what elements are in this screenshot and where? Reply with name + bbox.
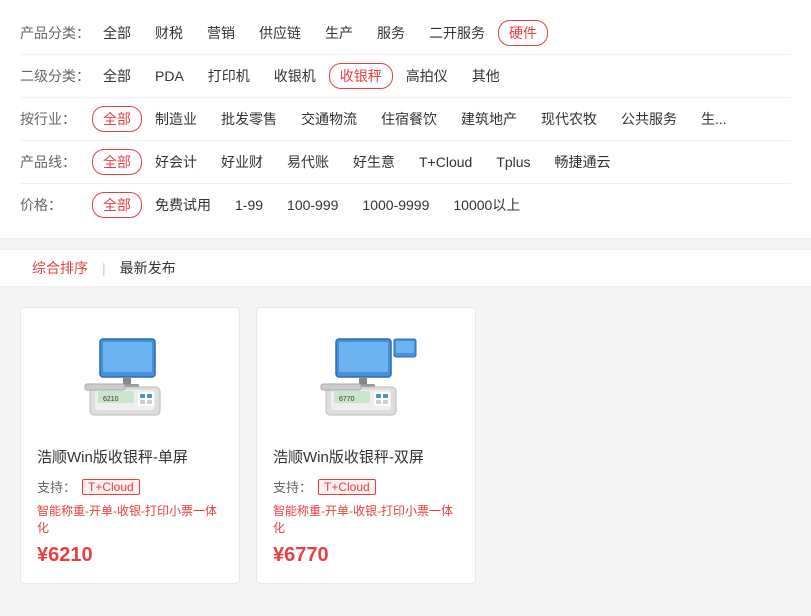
sub-all[interactable]: 全部 xyxy=(92,63,142,89)
cat-all[interactable]: 全部 xyxy=(92,20,142,46)
sub-printmachine[interactable]: 打印机 xyxy=(197,63,261,89)
product-support-label-1: 支持： xyxy=(37,477,76,496)
product-category-label: 产品分类： xyxy=(20,23,92,43)
ind-transport[interactable]: 交通物流 xyxy=(290,106,368,132)
svg-text:6210: 6210 xyxy=(103,396,119,403)
ind-more[interactable]: 生... xyxy=(690,106,738,132)
product-price-2: ¥6770 xyxy=(273,544,459,567)
cat-shengchan[interactable]: 生产 xyxy=(314,20,364,46)
industry-items: 全部 制造业 批发零售 交通物流 住宿餐饮 建筑地产 现代农牧 公共服务 生..… xyxy=(92,106,738,132)
ind-agriculture[interactable]: 现代农牧 xyxy=(530,106,608,132)
product-image-svg-2: 6770 xyxy=(306,334,426,424)
product-category-items: 全部 财税 营销 供应链 生产 服务 二开服务 硬件 xyxy=(92,20,548,46)
sort-bar: 综合排序 | 最新发布 xyxy=(0,249,811,287)
product-image-area-2: 6770 xyxy=(273,324,459,434)
ind-hotel[interactable]: 住宿餐饮 xyxy=(370,106,448,132)
product-support-badge-2: T+Cloud xyxy=(318,479,376,495)
product-image-svg-1: 6210 xyxy=(70,334,190,424)
product-support-2: 支持： T+Cloud xyxy=(273,477,459,496)
svg-text:6770: 6770 xyxy=(339,396,355,403)
price-1-99[interactable]: 1-99 xyxy=(224,194,274,216)
sort-comprehensive[interactable]: 综合排序 xyxy=(20,250,100,286)
sort-divider: | xyxy=(100,260,108,276)
products-grid: 6210 浩顺Win版收银秤-单屏 支持： T+Cloud 智能称重-开单-收银… xyxy=(20,307,791,584)
product-name-1: 浩顺Win版收银秤-单屏 xyxy=(37,446,223,467)
ind-all[interactable]: 全部 xyxy=(92,106,142,132)
product-name-2: 浩顺Win版收银秤-双屏 xyxy=(273,446,459,467)
pl-tplus[interactable]: Tplus xyxy=(485,151,541,173)
price-free[interactable]: 免费试用 xyxy=(144,192,222,218)
product-desc-1: 智能称重-开单-收银-打印小票一体化 xyxy=(37,502,223,536)
product-category-row: 产品分类： 全部 财税 营销 供应链 生产 服务 二开服务 硬件 xyxy=(20,12,791,55)
sub-highshoot[interactable]: 高拍仪 xyxy=(395,63,459,89)
price-row: 价格： 全部 免费试用 1-99 100-999 1000-9999 10000… xyxy=(20,184,791,226)
product-image-area-1: 6210 xyxy=(37,324,223,434)
pl-haoshengyi[interactable]: 好生意 xyxy=(342,149,406,175)
pl-changjiecloud[interactable]: 畅捷通云 xyxy=(544,149,622,175)
product-support-badge-1: T+Cloud xyxy=(82,479,140,495)
product-price-1: ¥6210 xyxy=(37,544,223,567)
sub-category-label: 二级分类： xyxy=(20,66,92,86)
sub-other[interactable]: 其他 xyxy=(461,63,511,89)
price-items: 全部 免费试用 1-99 100-999 1000-9999 10000以上 xyxy=(92,192,531,218)
price-label: 价格： xyxy=(20,195,92,215)
price-10000plus[interactable]: 10000以上 xyxy=(442,192,531,218)
pl-all[interactable]: 全部 xyxy=(92,149,142,175)
cat-yingxiao[interactable]: 营销 xyxy=(196,20,246,46)
pl-haoyecai[interactable]: 好业财 xyxy=(210,149,274,175)
cat-erkaifuwu[interactable]: 二开服务 xyxy=(418,20,496,46)
sub-pda[interactable]: PDA xyxy=(144,65,195,87)
filter-section: 产品分类： 全部 财税 营销 供应链 生产 服务 二开服务 硬件 二级分类： 全… xyxy=(0,0,811,239)
cat-gongyinglian[interactable]: 供应链 xyxy=(248,20,312,46)
price-1000-9999[interactable]: 1000-9999 xyxy=(351,194,440,216)
cat-yingjianbei[interactable]: 硬件 xyxy=(498,20,548,46)
product-card-1[interactable]: 6210 浩顺Win版收银秤-单屏 支持： T+Cloud 智能称重-开单-收银… xyxy=(20,307,240,584)
product-desc-2: 智能称重-开单-收银-打印小票一体化 xyxy=(273,502,459,536)
product-card-2[interactable]: 6770 浩顺Win版收银秤-双屏 支持： T+Cloud 智能称重-开单-收银… xyxy=(256,307,476,584)
cat-caishui[interactable]: 财税 xyxy=(144,20,194,46)
productline-items: 全部 好会计 好业财 易代账 好生意 T+Cloud Tplus 畅捷通云 xyxy=(92,149,622,175)
pl-haokuaji[interactable]: 好会计 xyxy=(144,149,208,175)
product-support-label-2: 支持： xyxy=(273,477,312,496)
industry-label: 按行业： xyxy=(20,109,92,129)
sub-category-row: 二级分类： 全部 PDA 打印机 收银机 收银秤 高拍仪 其他 xyxy=(20,55,791,98)
productline-row: 产品线： 全部 好会计 好业财 易代账 好生意 T+Cloud Tplus 畅捷… xyxy=(20,141,791,184)
ind-manufacturing[interactable]: 制造业 xyxy=(144,106,208,132)
cat-fuwu[interactable]: 服务 xyxy=(366,20,416,46)
sub-cashregister[interactable]: 收银机 xyxy=(263,63,327,89)
productline-label: 产品线： xyxy=(20,152,92,172)
pl-yidaizhang[interactable]: 易代账 xyxy=(276,149,340,175)
price-100-999[interactable]: 100-999 xyxy=(276,194,349,216)
products-area: 6210 浩顺Win版收银秤-单屏 支持： T+Cloud 智能称重-开单-收银… xyxy=(0,297,811,594)
price-all[interactable]: 全部 xyxy=(92,192,142,218)
ind-realestate[interactable]: 建筑地产 xyxy=(450,106,528,132)
product-support-1: 支持： T+Cloud xyxy=(37,477,223,496)
ind-wholesale[interactable]: 批发零售 xyxy=(210,106,288,132)
sort-newest[interactable]: 最新发布 xyxy=(108,250,188,286)
pl-tcloud[interactable]: T+Cloud xyxy=(408,151,483,173)
sub-category-items: 全部 PDA 打印机 收银机 收银秤 高拍仪 其他 xyxy=(92,63,511,89)
ind-public[interactable]: 公共服务 xyxy=(610,106,688,132)
sub-cashscale[interactable]: 收银秤 xyxy=(329,63,393,89)
industry-row: 按行业： 全部 制造业 批发零售 交通物流 住宿餐饮 建筑地产 现代农牧 公共服… xyxy=(20,98,791,141)
